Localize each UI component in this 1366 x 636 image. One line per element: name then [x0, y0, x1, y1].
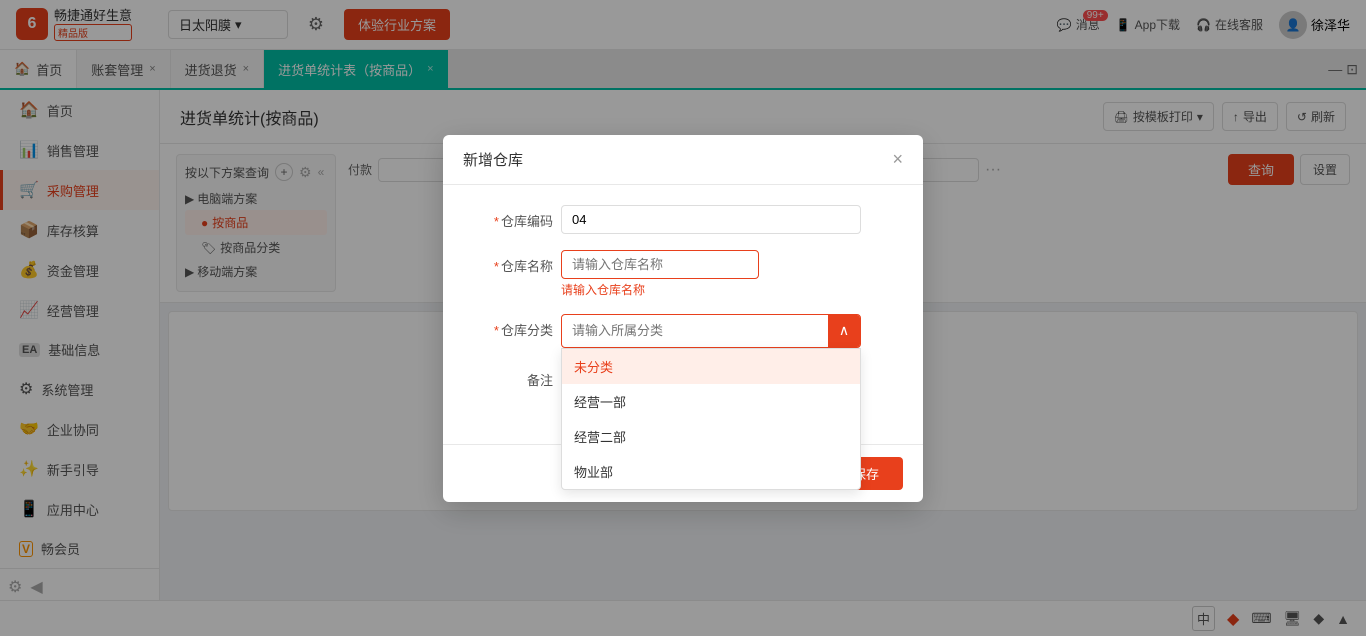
category-option-unclassified[interactable]: 未分类 — [562, 349, 860, 384]
category-option-dept1[interactable]: 经营一部 — [562, 384, 860, 419]
category-input-row: ∧ — [561, 314, 861, 348]
code-label: 仓库编码 — [473, 205, 553, 230]
name-field-wrapper: 请输入仓库名称 — [561, 250, 893, 298]
form-row-code: 仓库编码 — [473, 205, 893, 234]
category-dropdown-toggle[interactable]: ∧ — [828, 315, 860, 347]
category-option-dept3[interactable]: 物业部 — [562, 454, 860, 489]
name-error-message: 请输入仓库名称 — [561, 281, 893, 298]
modal-overlay[interactable]: 新增仓库 × 仓库编码 仓库名称 请输入仓库名称 仓库分类 — [0, 0, 1366, 636]
add-warehouse-modal: 新增仓库 × 仓库编码 仓库名称 请输入仓库名称 仓库分类 — [443, 135, 923, 502]
category-option-dept2[interactable]: 经营二部 — [562, 419, 860, 454]
category-dropdown-list: 未分类 经营一部 经营二部 物业部 — [561, 348, 861, 490]
category-input[interactable] — [562, 317, 828, 344]
modal-close-button[interactable]: × — [892, 149, 903, 170]
modal-title: 新增仓库 — [463, 149, 523, 170]
name-input[interactable] — [561, 250, 759, 279]
category-label: 仓库分类 — [473, 314, 553, 339]
name-label: 仓库名称 — [473, 250, 553, 275]
form-row-category: 仓库分类 ∧ 未分类 经营一部 经营二部 物业部 — [473, 314, 893, 348]
remark-label: 备注 — [473, 364, 553, 389]
modal-body: 仓库编码 仓库名称 请输入仓库名称 仓库分类 ∧ — [443, 185, 923, 444]
modal-header: 新增仓库 × — [443, 135, 923, 185]
code-input[interactable] — [561, 205, 861, 234]
category-dropdown: ∧ 未分类 经营一部 经营二部 物业部 — [561, 314, 861, 348]
form-row-name: 仓库名称 请输入仓库名称 — [473, 250, 893, 298]
